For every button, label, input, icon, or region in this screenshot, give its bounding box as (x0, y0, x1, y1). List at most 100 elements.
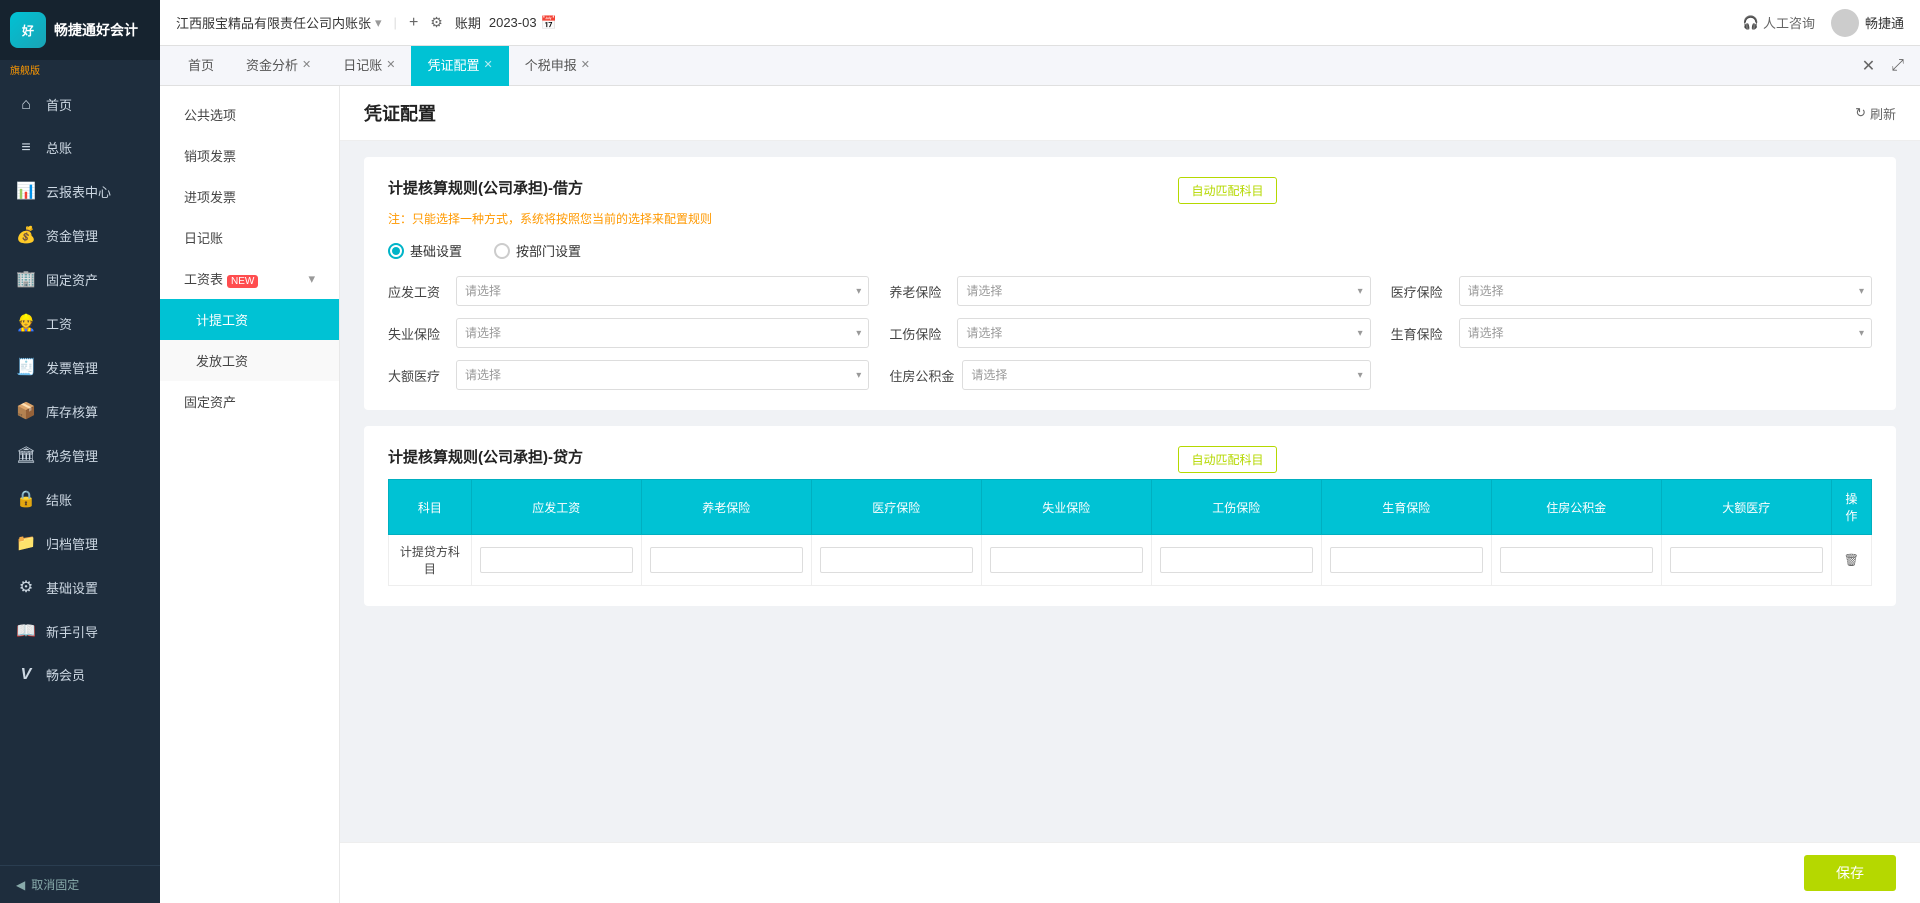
calendar-icon[interactable]: 📅 (541, 15, 557, 31)
sidebar-item-guide[interactable]: 📖 新手引导 (0, 609, 160, 653)
left-nav-payroll-label: 工资表NEW (184, 269, 258, 288)
ledger-icon: ≡ (16, 139, 36, 157)
input-medical[interactable] (820, 547, 973, 573)
cancel-fixed-btn[interactable]: ◀ 取消固定 (0, 865, 160, 903)
left-nav-payroll-group[interactable]: 工资表NEW ▾ (160, 258, 339, 299)
select-work-injury[interactable]: 请选择 ▾ (957, 318, 1370, 348)
input-maternity[interactable] (1330, 547, 1483, 573)
tab-home[interactable]: 首页 (172, 46, 230, 86)
select-maternity[interactable]: 请选择 ▾ (1459, 318, 1872, 348)
left-nav-pay[interactable]: 发放工资 (160, 340, 339, 381)
select-supplemental-medical-input[interactable]: 请选择 (456, 360, 869, 390)
select-medical[interactable]: 请选择 ▾ (1459, 276, 1872, 306)
sidebar-label-tax: 税务管理 (46, 446, 98, 465)
settings-btn[interactable]: ⚙ (430, 14, 443, 31)
select-work-injury-input[interactable]: 请选择 (957, 318, 1370, 348)
input-supplemental-medical[interactable] (1670, 547, 1823, 573)
td-applied-salary-val[interactable] (471, 535, 641, 586)
auto-match-debit-btn[interactable]: 自动匹配科目 (1178, 177, 1276, 204)
td-supplemental-medical-val[interactable] (1661, 535, 1831, 586)
sidebar-item-settings[interactable]: ⚙ 基础设置 (0, 565, 160, 609)
select-unemployment[interactable]: 请选择 ▾ (456, 318, 869, 348)
radio-basic-label: 基础设置 (410, 241, 462, 260)
input-work-injury[interactable] (1160, 547, 1313, 573)
input-unemployment[interactable] (990, 547, 1143, 573)
save-button[interactable]: 保存 (1804, 855, 1896, 891)
select-supplemental-medical[interactable]: 请选择 ▾ (456, 360, 869, 390)
select-medical-input[interactable]: 请选择 (1459, 276, 1872, 306)
tab-journal[interactable]: 日记账 ✕ (327, 46, 411, 86)
left-nav-public[interactable]: 公共选项 (160, 94, 339, 135)
service-btn[interactable]: 🎧 人工咨询 (1743, 13, 1815, 32)
tab-funds[interactable]: 资金分析 ✕ (230, 46, 327, 86)
sidebar-item-invoice[interactable]: 🧾 发票管理 (0, 345, 160, 389)
left-nav-public-label: 公共选项 (184, 108, 236, 123)
td-unemployment-val[interactable] (981, 535, 1151, 586)
sidebar-item-funds[interactable]: 💰 资金管理 (0, 213, 160, 257)
td-maternity-val[interactable] (1321, 535, 1491, 586)
left-nav-journal[interactable]: 日记账 (160, 217, 339, 258)
delete-icon[interactable]: 🗑 (1844, 553, 1859, 567)
select-applied-salary-input[interactable]: 请选择 (456, 276, 869, 306)
tab-voucher-close[interactable]: ✕ (484, 58, 493, 71)
sidebar-item-vip[interactable]: V 畅会员 (0, 653, 160, 696)
archive-icon: 📁 (16, 533, 36, 553)
tab-voucher[interactable]: 凭证配置 ✕ (411, 46, 508, 86)
add-company-btn[interactable]: + (409, 14, 418, 32)
td-housing-fund-val[interactable] (1491, 535, 1661, 586)
left-nav-fixed-assets[interactable]: 固定资产 (160, 381, 339, 422)
sidebar-item-assets[interactable]: 🏢 固定资产 (0, 257, 160, 301)
close-tab-btn[interactable]: ✕ (1858, 52, 1879, 80)
tab-funds-close[interactable]: ✕ (302, 58, 311, 71)
main-area: 江西服宝精品有限责任公司内账张 ▾ | + ⚙ 账期 2023-03 📅 🎧 人… (160, 0, 1920, 903)
select-housing-fund-input[interactable]: 请选择 (962, 360, 1370, 390)
tab-tax-close[interactable]: ✕ (581, 58, 590, 71)
expand-btn[interactable]: ⤢ (1887, 53, 1908, 79)
left-nav-sales-invoice[interactable]: 销项发票 (160, 135, 339, 176)
left-nav-accrual-label: 计提工资 (196, 313, 248, 328)
radio-basic[interactable]: 基础设置 (388, 241, 462, 260)
chevron-down-icon: ▾ (308, 271, 315, 287)
left-nav-journal-label: 日记账 (184, 231, 223, 246)
sidebar-item-home[interactable]: ⌂ 首页 (0, 83, 160, 126)
select-maternity-input[interactable]: 请选择 (1459, 318, 1872, 348)
inventory-icon: 📦 (16, 401, 36, 421)
select-applied-salary[interactable]: 请选择 ▾ (456, 276, 869, 306)
sidebar-item-salary[interactable]: 👷 工资 (0, 301, 160, 345)
avatar (1831, 9, 1859, 37)
input-applied-salary[interactable] (480, 547, 633, 573)
left-nav-purchase-label: 进项发票 (184, 190, 236, 205)
company-selector[interactable]: 江西服宝精品有限责任公司内账张 ▾ (176, 13, 382, 32)
user-menu[interactable]: 畅捷通 (1831, 9, 1904, 37)
left-nav-accrual[interactable]: 计提工资 (160, 299, 339, 340)
th-unemployment: 失业保险 (981, 480, 1151, 535)
app-logo[interactable]: 好 畅捷通好会计 (0, 0, 160, 60)
tab-journal-close[interactable]: ✕ (386, 58, 395, 71)
select-unemployment-input[interactable]: 请选择 (456, 318, 869, 348)
auto-match-credit-btn[interactable]: 自动匹配科目 (1178, 446, 1276, 473)
sidebar-item-close[interactable]: 🔒 结账 (0, 477, 160, 521)
sidebar-item-reports[interactable]: 📊 云报表中心 (0, 169, 160, 213)
td-medical-val[interactable] (811, 535, 981, 586)
sidebar-item-archive[interactable]: 📁 归档管理 (0, 521, 160, 565)
input-pension[interactable] (650, 547, 803, 573)
td-work-injury-val[interactable] (1151, 535, 1321, 586)
page-header: 凭证配置 ↻ 刷新 (340, 86, 1920, 141)
left-nav-purchase-invoice[interactable]: 进项发票 (160, 176, 339, 217)
tab-tax[interactable]: 个税申报 ✕ (509, 46, 606, 86)
refresh-button[interactable]: ↻ 刷新 (1855, 104, 1896, 123)
label-housing-fund: 住房公积金 (889, 366, 954, 385)
select-housing-fund[interactable]: 请选择 ▾ (962, 360, 1370, 390)
cancel-fixed-label: 取消固定 (31, 876, 79, 893)
sidebar-label-archive: 归档管理 (46, 534, 98, 553)
sidebar-item-tax[interactable]: 🏛 税务管理 (0, 433, 160, 477)
select-pension-input[interactable]: 请选择 (957, 276, 1370, 306)
input-housing-fund[interactable] (1500, 547, 1653, 573)
assets-icon: 🏢 (16, 269, 36, 289)
td-pension-val[interactable] (641, 535, 811, 586)
td-action[interactable]: 🗑 (1831, 535, 1871, 586)
select-pension[interactable]: 请选择 ▾ (957, 276, 1370, 306)
sidebar-item-inventory[interactable]: 📦 库存核算 (0, 389, 160, 433)
radio-dept[interactable]: 按部门设置 (494, 241, 581, 260)
sidebar-item-ledger[interactable]: ≡ 总账 (0, 126, 160, 169)
